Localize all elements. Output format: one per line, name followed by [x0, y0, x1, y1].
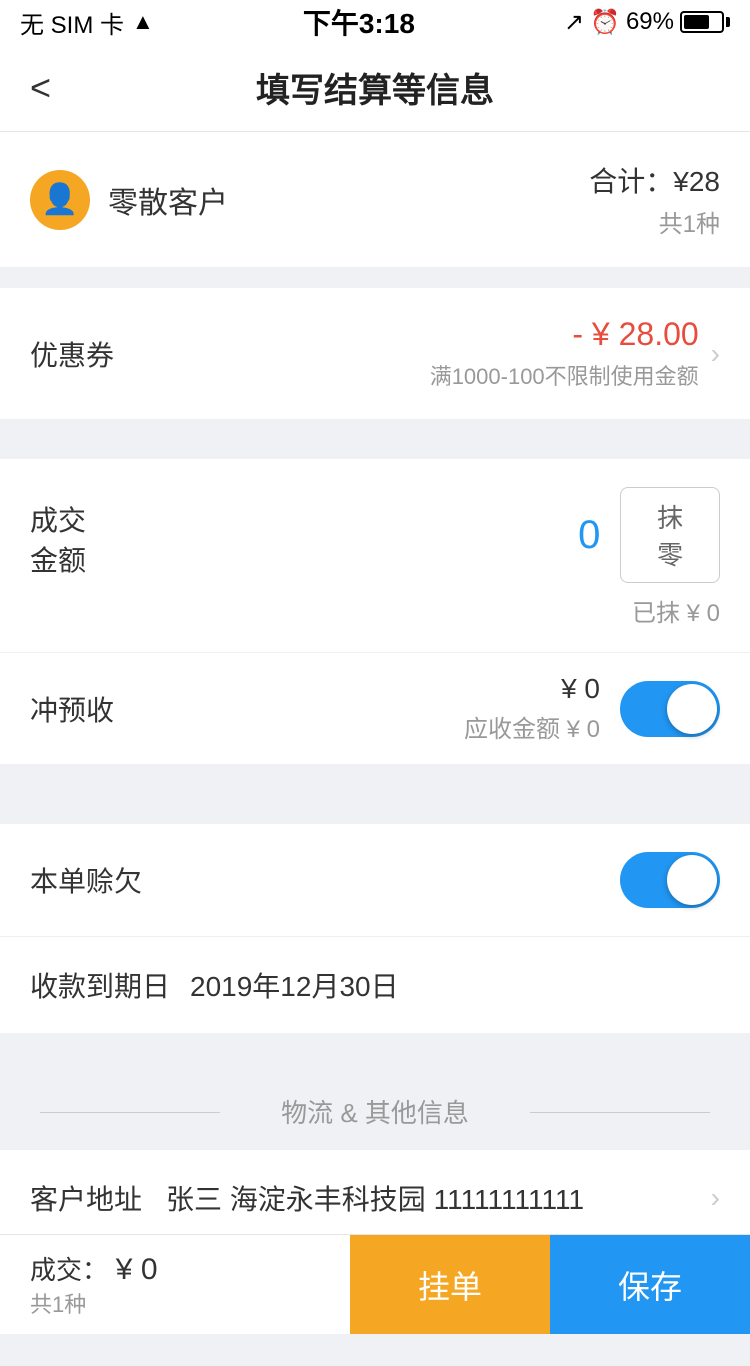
customer-name: 零散客户	[108, 178, 228, 222]
advance-toggle[interactable]	[620, 681, 720, 737]
advance-toggle-knob	[667, 684, 717, 734]
advance-right: ¥ 0 应收金额 ¥ 0	[464, 673, 720, 744]
transaction-section: 成交金额 抹零 已抹 ¥ 0 冲预收 ¥ 0 应收金额 ¥ 0	[0, 459, 750, 764]
battery-icon	[680, 11, 730, 33]
divider-2	[0, 784, 750, 804]
debit-toggle[interactable]	[620, 852, 720, 908]
round-button[interactable]: 抹零	[620, 487, 720, 583]
carrier-label: 无 SIM 卡	[20, 5, 124, 40]
coupon-right: - ¥ 28.00 满1000-100不限制使用金额 ›	[430, 316, 720, 391]
status-bar: 无 SIM 卡 ▲ 下午3:18 ↗ ⏰ 69%	[0, 0, 750, 44]
due-date-value: 2019年12月30日	[190, 965, 399, 1005]
coupon-row[interactable]: 优惠券 - ¥ 28.00 满1000-100不限制使用金额 ›	[0, 287, 750, 419]
logistics-title: 物流 & 其他信息	[265, 1093, 485, 1130]
avatar-icon: 👤	[41, 182, 78, 217]
content-area: 👤 零散客户 合计：¥28 共1种 优惠券 - ¥ 28.00 满1000-10…	[0, 132, 750, 1366]
wifi-icon: ▲	[132, 9, 154, 35]
divider-3	[0, 1053, 750, 1073]
transaction-top: 成交金额 抹零	[30, 487, 720, 583]
status-left: 无 SIM 卡 ▲	[20, 5, 154, 40]
debit-row: 本单赊欠	[0, 824, 750, 936]
hang-button[interactable]: 挂单	[350, 1235, 550, 1334]
customer-section: 👤 零散客户 合计：¥28 共1种	[0, 132, 750, 267]
address-row[interactable]: 客户地址 张三 海淀永丰科技园 11111111111 ›	[0, 1150, 750, 1246]
coupon-label: 优惠券	[30, 334, 114, 374]
due-date-label: 收款到期日	[30, 965, 170, 1005]
divider-1	[0, 439, 750, 459]
coupon-desc: 满1000-100不限制使用金额	[430, 359, 699, 391]
page-title: 填写结算等信息	[256, 63, 494, 112]
coupon-amount: - ¥ 28.00	[430, 316, 699, 353]
bottom-deal-amount: ¥ 0	[116, 1253, 158, 1286]
address-key: 客户地址	[30, 1178, 142, 1218]
already-rounded-label: 已抹 ¥ 0	[30, 593, 720, 628]
advance-main-amount: ¥ 0	[464, 673, 600, 705]
advance-top: 冲预收 ¥ 0 应收金额 ¥ 0	[30, 673, 720, 744]
coupon-section: 优惠券 - ¥ 28.00 满1000-100不限制使用金额 ›	[0, 287, 750, 419]
transaction-input[interactable]	[109, 513, 600, 558]
customer-avatar: 👤	[30, 170, 90, 230]
alarm-icon: ⏰	[590, 8, 620, 37]
coupon-value: - ¥ 28.00 满1000-100不限制使用金额	[430, 316, 699, 391]
bottom-bar: 成交： ¥ 0 共1种 挂单 保存	[0, 1234, 750, 1334]
bottom-count: 共1种	[30, 1287, 320, 1319]
due-date-row: 收款到期日 2019年12月30日	[0, 936, 750, 1033]
save-button[interactable]: 保存	[550, 1235, 750, 1334]
status-time: 下午3:18	[303, 2, 415, 42]
coupon-chevron-right-icon: ›	[711, 338, 720, 370]
transaction-right: 抹零	[109, 487, 720, 583]
total-count: 共1种	[589, 204, 720, 239]
transaction-label: 成交金额	[30, 487, 109, 579]
address-section: 客户地址 张三 海淀永丰科技园 11111111111 ›	[0, 1150, 750, 1246]
customer-row: 👤 零散客户 合计：¥28 共1种	[0, 132, 750, 267]
status-right: ↗ ⏰ 69%	[564, 8, 730, 37]
battery-percent: 69%	[626, 8, 674, 36]
advance-amount: ¥ 0 应收金额 ¥ 0	[464, 673, 600, 744]
customer-right: 合计：¥28 共1种	[589, 160, 720, 239]
address-left: 客户地址 张三 海淀永丰科技园 11111111111	[30, 1178, 584, 1218]
customer-left: 👤 零散客户	[30, 170, 228, 230]
bottom-deal-row: 成交： ¥ 0	[30, 1250, 320, 1287]
debit-section: 本单赊欠 收款到期日 2019年12月30日	[0, 824, 750, 1033]
address-chevron-right-icon: ›	[711, 1182, 720, 1214]
location-icon: ↗	[564, 8, 584, 37]
advance-label: 冲预收	[30, 689, 114, 729]
address-value: 张三 海淀永丰科技园 11111111111	[166, 1178, 584, 1218]
logistics-header: 物流 & 其他信息	[0, 1073, 750, 1150]
nav-bar: < 填写结算等信息	[0, 44, 750, 132]
advance-sub-amount: 应收金额 ¥ 0	[464, 709, 600, 744]
debit-toggle-knob	[667, 855, 717, 905]
debit-label: 本单赊欠	[30, 860, 142, 900]
total-amount: 合计：¥28	[589, 160, 720, 200]
advance-payment-section: 冲预收 ¥ 0 应收金额 ¥ 0	[0, 652, 750, 764]
back-button[interactable]: <	[30, 67, 51, 109]
bottom-deal-label: 成交：	[30, 1255, 108, 1285]
bottom-summary: 成交： ¥ 0 共1种	[0, 1235, 350, 1334]
transaction-amount-block: 成交金额 抹零 已抹 ¥ 0	[0, 459, 750, 652]
